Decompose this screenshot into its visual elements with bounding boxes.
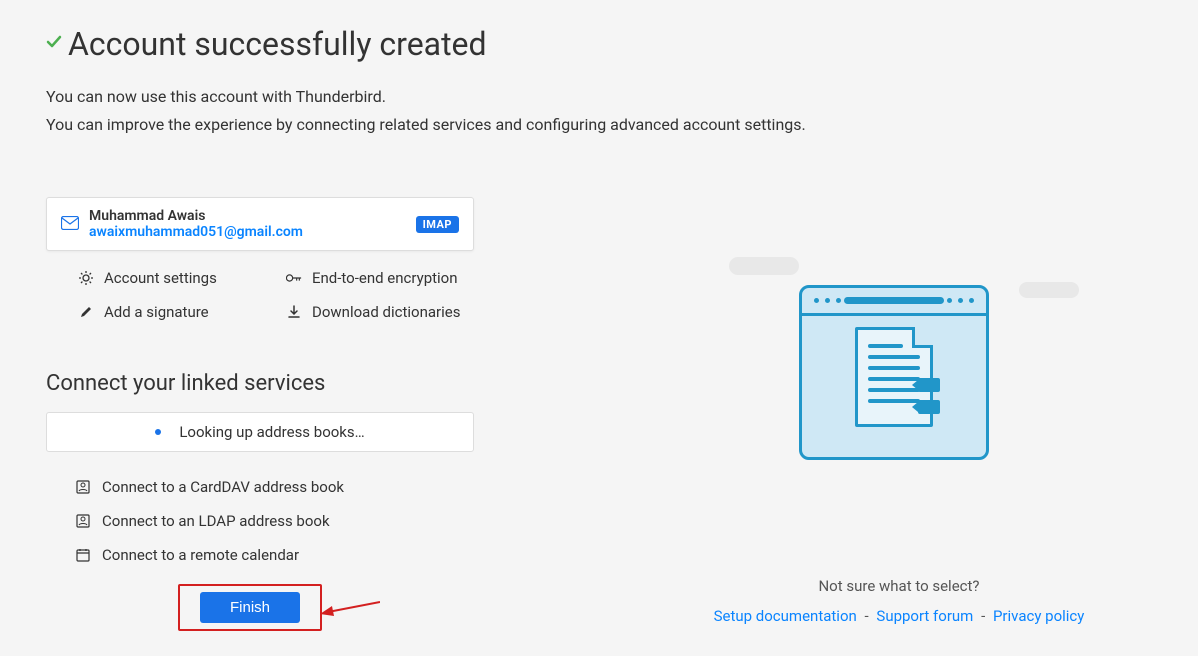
signature-label: Add a signature <box>104 303 209 321</box>
ldap-icon <box>76 514 90 528</box>
separator: - <box>865 607 869 625</box>
account-settings-label: Account settings <box>104 269 217 287</box>
description-line-1: You can now use this account with Thunde… <box>46 85 1152 109</box>
pencil-icon <box>78 304 94 320</box>
encryption-label: End-to-end encryption <box>312 269 458 287</box>
encryption-link[interactable]: End-to-end encryption <box>286 269 474 287</box>
key-icon <box>286 270 302 286</box>
account-settings-link[interactable]: Account settings <box>78 269 266 287</box>
download-icon <box>286 304 302 320</box>
finish-button[interactable]: Finish <box>200 592 300 623</box>
support-forum-link[interactable]: Support forum <box>876 607 973 625</box>
page-header: Account successfully created <box>46 25 1152 63</box>
help-links: Setup documentation - Support forum - Pr… <box>714 607 1085 625</box>
loading-spinner-icon <box>155 429 161 435</box>
signature-link[interactable]: Add a signature <box>78 303 266 321</box>
mail-icon <box>61 215 79 234</box>
loading-status: Looking up address books… <box>46 412 474 452</box>
calendar-link[interactable]: Connect to a remote calendar <box>76 546 586 564</box>
carddav-link[interactable]: Connect to a CardDAV address book <box>76 478 586 496</box>
calendar-icon <box>76 548 90 562</box>
illustration <box>779 247 1019 467</box>
dictionaries-link[interactable]: Download dictionaries <box>286 303 474 321</box>
gear-icon <box>78 270 94 286</box>
setup-docs-link[interactable]: Setup documentation <box>714 607 857 625</box>
ldap-link[interactable]: Connect to an LDAP address book <box>76 512 586 530</box>
privacy-policy-link[interactable]: Privacy policy <box>993 607 1084 625</box>
description-line-2: You can improve the experience by connec… <box>46 113 1152 137</box>
page-title: Account successfully created <box>68 25 487 63</box>
linked-services-title: Connect your linked services <box>46 371 586 396</box>
account-card: Muhammad Awais awaixmuhammad051@gmail.co… <box>46 197 474 251</box>
account-email[interactable]: awaixmuhammad051@gmail.com <box>89 224 406 240</box>
protocol-badge: IMAP <box>416 216 459 233</box>
carddav-label: Connect to a CardDAV address book <box>102 478 344 496</box>
calendar-label: Connect to a remote calendar <box>102 546 299 564</box>
annotation-arrow-icon <box>320 598 380 618</box>
account-name: Muhammad Awais <box>89 208 406 224</box>
loading-text: Looking up address books… <box>179 423 364 441</box>
addressbook-icon <box>76 480 90 494</box>
dictionaries-label: Download dictionaries <box>312 303 460 321</box>
separator: - <box>981 607 985 625</box>
ldap-label: Connect to an LDAP address book <box>102 512 330 530</box>
annotation-highlight: Finish <box>178 584 322 631</box>
checkmark-icon <box>46 34 62 55</box>
help-prompt: Not sure what to select? <box>818 577 979 595</box>
